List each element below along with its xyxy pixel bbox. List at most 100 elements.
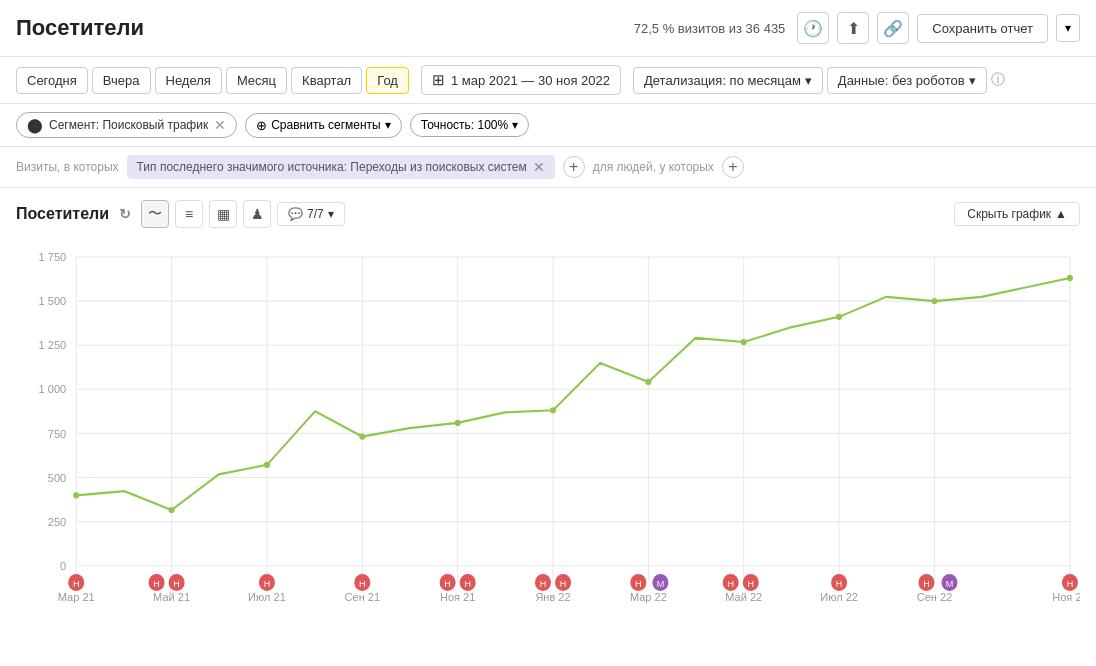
chevron-down-icon: ▾: [805, 73, 812, 88]
svg-text:Н: Н: [748, 579, 755, 589]
person-icon-button[interactable]: ♟: [243, 200, 271, 228]
svg-text:Н: Н: [560, 579, 567, 589]
svg-text:Н: Н: [153, 579, 160, 589]
save-dropdown-button[interactable]: ▾: [1056, 14, 1080, 42]
svg-text:250: 250: [48, 516, 66, 528]
date-range-label: 1 мар 2021 — 30 ноя 2022: [451, 73, 610, 88]
stats-label: 72,5 % визитов из 36 435: [634, 21, 786, 36]
svg-text:500: 500: [48, 471, 66, 483]
svg-text:Мар 22: Мар 22: [630, 591, 667, 603]
svg-text:Н: Н: [264, 579, 271, 589]
segments-bar: ⬤ Сегмент: Поисковый трафик ✕ ⊕ Сравнить…: [0, 104, 1096, 147]
save-report-button[interactable]: Сохранить отчет: [917, 14, 1048, 43]
svg-text:Май 21: Май 21: [153, 591, 190, 603]
data-button[interactable]: Данные: без роботов ▾: [827, 67, 987, 94]
add-visit-filter-button[interactable]: +: [563, 156, 585, 178]
svg-text:Май 22: Май 22: [725, 591, 762, 603]
svg-text:Н: Н: [635, 579, 642, 589]
metrics-button[interactable]: 💬 7/7 ▾: [277, 202, 345, 226]
page-header: Посетители 72,5 % визитов из 36 435 🕐 ⬆ …: [0, 0, 1096, 57]
detail-label: Детализация: по месяцам: [644, 73, 801, 88]
chart-section: Посетители ↻ 〜 ≡ ▦ ♟ 💬 7/7 ▾ Скрыть граф…: [0, 188, 1096, 656]
svg-text:Н: Н: [173, 579, 180, 589]
precision-button[interactable]: Точность: 100% ▾: [410, 113, 529, 137]
svg-point-36: [931, 298, 937, 304]
svg-point-30: [359, 433, 365, 439]
svg-text:Н: Н: [540, 579, 547, 589]
period-week[interactable]: Неделя: [155, 67, 222, 94]
precision-label: Точность: 100%: [421, 118, 508, 132]
svg-text:Июл 21: Июл 21: [248, 591, 286, 603]
svg-point-37: [1067, 275, 1073, 281]
segment-close-icon[interactable]: ✕: [214, 117, 226, 133]
period-today[interactable]: Сегодня: [16, 67, 88, 94]
svg-text:Н: Н: [836, 579, 843, 589]
svg-text:Июл 22: Июл 22: [820, 591, 858, 603]
chart-title-area: Посетители ↻ 〜 ≡ ▦ ♟ 💬 7/7 ▾: [16, 200, 345, 228]
chevron-down-icon4: ▾: [512, 118, 518, 132]
date-range-button[interactable]: ⊞ 1 мар 2021 — 30 ноя 2022: [421, 65, 621, 95]
svg-text:1 000: 1 000: [39, 383, 67, 395]
detail-button[interactable]: Детализация: по месяцам ▾: [633, 67, 823, 94]
visits-filter-label: Визиты, в которых: [16, 160, 119, 174]
chart-title-label: Посетители: [16, 205, 109, 223]
svg-point-27: [73, 492, 79, 498]
data-label: Данные: без роботов: [838, 73, 965, 88]
chevron-down-icon5: ▾: [328, 207, 334, 221]
compare-label: Сравнить сегменты: [271, 118, 381, 132]
segment-label: Сегмент: Поисковый трафик: [49, 118, 208, 132]
period-quarter[interactable]: Квартал: [291, 67, 362, 94]
svg-text:Н: Н: [359, 579, 366, 589]
svg-text:Янв 22: Янв 22: [535, 591, 570, 603]
svg-text:Н: Н: [923, 579, 930, 589]
share-button[interactable]: 🔗: [877, 12, 909, 44]
segment-icon: ⬤: [27, 117, 43, 133]
hide-chart-button[interactable]: Скрыть график ▲: [954, 202, 1080, 226]
compare-icon: ⊕: [256, 118, 267, 133]
filter-bar: Визиты, в которых Тип последнего значимо…: [0, 147, 1096, 188]
bar-chart-button[interactable]: ▦: [209, 200, 237, 228]
svg-text:Н: Н: [444, 579, 451, 589]
chart-svg: .grid-line { stroke: #e8e8e8; stroke-wid…: [16, 236, 1080, 656]
svg-text:750: 750: [48, 427, 66, 439]
filter-chip-label: Тип последнего значимого источника: Пере…: [137, 160, 527, 174]
filter-chip[interactable]: Тип последнего значимого источника: Пере…: [127, 155, 555, 179]
filter-remove-icon[interactable]: ✕: [533, 159, 545, 175]
chevron-up-icon: ▲: [1055, 207, 1067, 221]
svg-text:1 250: 1 250: [39, 339, 67, 351]
line-chart-button[interactable]: 〜: [141, 200, 169, 228]
chart-header: Посетители ↻ 〜 ≡ ▦ ♟ 💬 7/7 ▾ Скрыть граф…: [16, 200, 1080, 228]
period-yesterday[interactable]: Вчера: [92, 67, 151, 94]
period-month[interactable]: Месяц: [226, 67, 287, 94]
compare-button[interactable]: ⊕ Сравнить сегменты ▾: [245, 113, 402, 138]
export-button[interactable]: ⬆: [837, 12, 869, 44]
chevron-down-icon2: ▾: [969, 73, 976, 88]
svg-point-29: [264, 462, 270, 468]
svg-point-28: [169, 507, 175, 513]
chevron-down-icon3: ▾: [385, 118, 391, 132]
svg-text:М: М: [946, 579, 954, 589]
svg-text:Сен 22: Сен 22: [917, 591, 953, 603]
history-button[interactable]: 🕐: [797, 12, 829, 44]
svg-text:1 500: 1 500: [39, 295, 67, 307]
svg-point-34: [741, 339, 747, 345]
svg-point-35: [836, 314, 842, 320]
calendar-icon: ⊞: [432, 71, 445, 89]
period-year[interactable]: Год: [366, 67, 409, 94]
svg-point-32: [550, 407, 556, 413]
refresh-icon[interactable]: ↻: [119, 206, 131, 222]
smooth-chart-button[interactable]: ≡: [175, 200, 203, 228]
metrics-label: 7/7: [307, 207, 324, 221]
info-icon[interactable]: ⓘ: [991, 71, 1005, 89]
svg-text:Мар 21: Мар 21: [58, 591, 95, 603]
header-actions: 🕐 ⬆ 🔗 Сохранить отчет ▾: [797, 12, 1080, 44]
segment-chip[interactable]: ⬤ Сегмент: Поисковый трафик ✕: [16, 112, 237, 138]
people-filter-label: для людей, у которых: [593, 160, 714, 174]
svg-point-31: [455, 420, 461, 426]
svg-text:Сен 21: Сен 21: [345, 591, 381, 603]
svg-text:Н: Н: [73, 579, 80, 589]
svg-point-33: [645, 379, 651, 385]
add-people-filter-button[interactable]: +: [722, 156, 744, 178]
period-toolbar: Сегодня Вчера Неделя Месяц Квартал Год ⊞…: [0, 57, 1096, 104]
svg-text:М: М: [657, 579, 665, 589]
